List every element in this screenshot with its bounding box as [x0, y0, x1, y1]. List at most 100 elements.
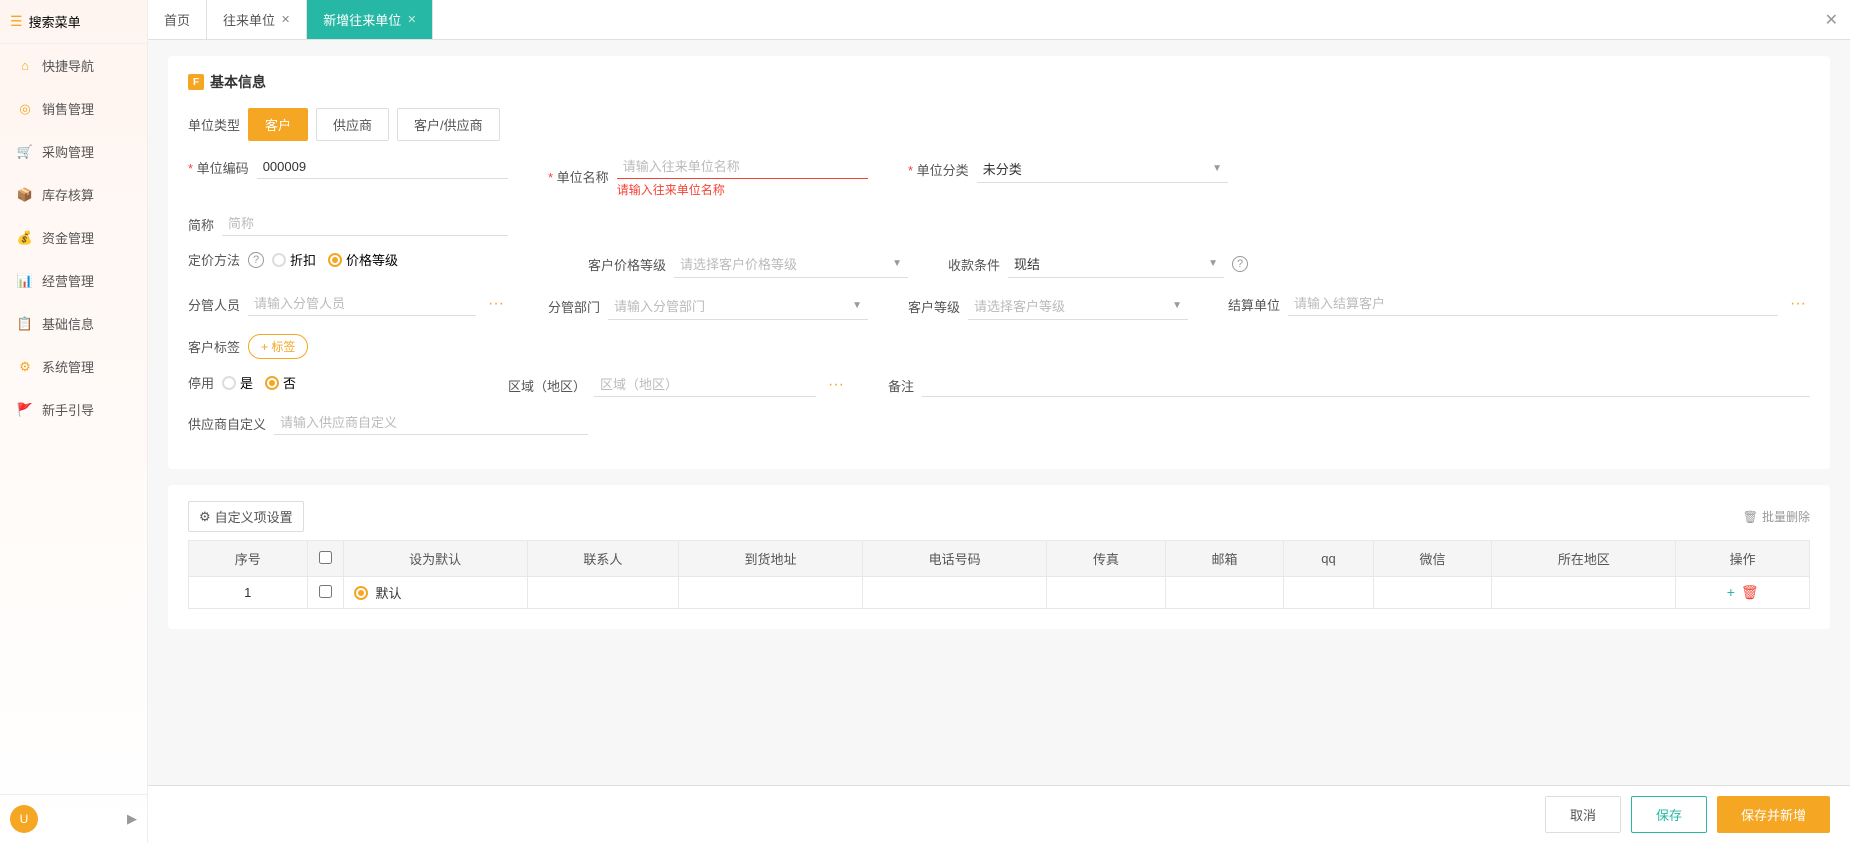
customer-level-placeholder: 请选择客户等级 — [974, 296, 1065, 315]
supplier-custom-label: 供应商自定义 — [188, 414, 266, 433]
supplier-btn[interactable]: 供应商 — [316, 108, 389, 141]
sidebar-item-basic[interactable]: 📋 基础信息 — [0, 302, 147, 345]
payment-terms-select[interactable]: 现结 ▼ — [1008, 250, 1224, 278]
row-delete-button[interactable]: 🗑 — [1741, 584, 1759, 601]
disabled-item: 停用 是 否 — [188, 373, 468, 392]
quick-nav-icon: ⌂ — [16, 57, 34, 75]
customer-price-select[interactable]: 请选择客户价格等级 ▼ — [674, 250, 908, 278]
sidebar-item-label: 快捷导航 — [42, 56, 94, 75]
remark-input[interactable] — [922, 373, 1810, 397]
settlement-label: 结算单位 — [1228, 295, 1280, 314]
disabled-label: 停用 — [188, 373, 214, 392]
short-name-input[interactable] — [222, 212, 508, 236]
save-new-button[interactable]: 保存并新增 — [1717, 796, 1830, 833]
section-title: F 基本信息 — [188, 72, 1810, 92]
customer-level-item: 客户等级 请选择客户等级 ▼ — [908, 292, 1188, 320]
chevron-down-icon: ▼ — [892, 258, 902, 269]
section-title-text: 基本信息 — [210, 72, 266, 92]
header-row: 序号 设为默认 联系人 到货地址 电话号码 传真 邮箱 qq 微信 所在地区 操… — [189, 541, 1810, 577]
department-select[interactable]: 请输入分管部门 ▼ — [608, 292, 868, 320]
region-input[interactable] — [594, 373, 816, 397]
unit-type-row: 单位类型 客户 供应商 客户/供应商 — [188, 108, 1810, 141]
row-check — [307, 577, 343, 609]
unit-category-select[interactable]: 未分类 ▼ — [977, 155, 1228, 183]
row-default-radio[interactable]: 默认 — [354, 583, 517, 602]
supplier-custom-input[interactable] — [274, 411, 588, 435]
custom-settings-label: 自定义项设置 — [215, 507, 293, 526]
sidebar-item-operations[interactable]: 📊 经营管理 — [0, 259, 147, 302]
pricing-help-icon[interactable]: ? — [248, 252, 264, 268]
chevron-down-icon: ▼ — [852, 300, 862, 311]
user-avatar: U — [10, 805, 38, 833]
tab-bar: 首页 往来单位 ✕ 新增往来单位 ✕ ✕ — [148, 0, 1850, 40]
search-menu[interactable]: ☰ 搜索菜单 — [0, 0, 147, 44]
th-seq: 序号 — [189, 541, 308, 577]
sidebar-item-guide[interactable]: 🚩 新手引导 — [0, 388, 147, 431]
tab-new-partner-close[interactable]: ✕ — [407, 13, 416, 26]
window-close-button[interactable]: ✕ — [1813, 0, 1850, 39]
select-all-checkbox[interactable] — [319, 551, 332, 564]
customer-level-select[interactable]: 请选择客户等级 ▼ — [968, 292, 1188, 320]
th-wechat: 微信 — [1373, 541, 1492, 577]
customer-price-placeholder: 请选择客户价格等级 — [680, 254, 797, 273]
sidebar-item-label: 采购管理 — [42, 142, 94, 161]
unit-code-item: 单位编码 — [188, 155, 508, 179]
table-actions: ⚙ 自定义项设置 🗑 批量删除 — [188, 501, 1810, 532]
row-qq — [1284, 577, 1373, 609]
disabled-yes-radio[interactable]: 是 — [222, 373, 253, 392]
sidebar-item-sales[interactable]: ◎ 销售管理 — [0, 87, 147, 130]
yes-label: 是 — [240, 373, 253, 392]
default-label: 默认 — [376, 583, 402, 602]
tag-item: 客户标签 + 标签 — [188, 334, 1810, 359]
customer-btn[interactable]: 客户 — [248, 108, 308, 141]
cancel-button[interactable]: 取消 — [1545, 796, 1621, 833]
add-tag-button[interactable]: + 标签 — [248, 334, 308, 359]
tab-new-partner[interactable]: 新增往来单位 ✕ — [307, 0, 433, 39]
tab-home-label: 首页 — [164, 10, 190, 29]
sidebar-item-inventory[interactable]: 📦 库存核算 — [0, 173, 147, 216]
tab-partners-close[interactable]: ✕ — [281, 13, 290, 26]
table-row: 1 默认 — [189, 577, 1810, 609]
disabled-no-radio[interactable]: 否 — [265, 373, 296, 392]
manager-more-icon[interactable]: ··· — [484, 295, 508, 313]
sidebar-footer: U ▶ — [0, 794, 147, 843]
th-region: 所在地区 — [1492, 541, 1676, 577]
payment-help-icon[interactable]: ? — [1232, 256, 1248, 272]
custom-settings-button[interactable]: ⚙ 自定义项设置 — [188, 501, 304, 532]
both-btn[interactable]: 客户/供应商 — [397, 108, 500, 141]
manager-input[interactable] — [248, 292, 476, 316]
sidebar-item-label: 资金管理 — [42, 228, 94, 247]
save-button[interactable]: 保存 — [1631, 796, 1707, 833]
pricing-level-radio[interactable]: 价格等级 — [328, 250, 398, 269]
pricing-discount-radio[interactable]: 折扣 — [272, 250, 316, 269]
table-header: 序号 设为默认 联系人 到货地址 电话号码 传真 邮箱 qq 微信 所在地区 操… — [189, 541, 1810, 577]
row-address — [678, 577, 862, 609]
sidebar-item-quick-nav[interactable]: ⌂ 快捷导航 — [0, 44, 147, 87]
manager-item: 分管人员 ··· — [188, 292, 508, 316]
sidebar-item-label: 基础信息 — [42, 314, 94, 333]
row-seq: 1 — [189, 577, 308, 609]
tab-home[interactable]: 首页 — [148, 0, 207, 39]
sidebar-item-finance[interactable]: 💰 资金管理 — [0, 216, 147, 259]
row-checkbox[interactable] — [319, 585, 332, 598]
unit-name-input[interactable] — [617, 155, 868, 179]
row-add-button[interactable]: + — [1727, 584, 1735, 601]
th-contact: 联系人 — [527, 541, 678, 577]
chevron-down-icon: ▼ — [1208, 258, 1218, 269]
system-icon: ⚙ — [16, 358, 34, 376]
settlement-input[interactable] — [1288, 292, 1778, 316]
settlement-more-icon[interactable]: ··· — [1786, 295, 1810, 313]
basic-info-section: F 基本信息 单位类型 客户 供应商 客户/供应商 单位编码 — [168, 56, 1830, 469]
section-title-icon: F — [188, 74, 204, 90]
main-area: 首页 往来单位 ✕ 新增往来单位 ✕ ✕ F 基本信息 单位类型 客户 — [148, 0, 1850, 843]
row-default: 默认 — [343, 577, 527, 609]
remark-label: 备注 — [888, 376, 914, 395]
region-more-icon[interactable]: ··· — [824, 376, 848, 394]
tab-partners[interactable]: 往来单位 ✕ — [207, 0, 307, 39]
batch-delete-button[interactable]: 🗑 批量删除 — [1743, 508, 1810, 525]
sidebar-item-system[interactable]: ⚙ 系统管理 — [0, 345, 147, 388]
short-name-item: 简称 — [188, 212, 508, 236]
add-tag-label: + 标签 — [261, 338, 295, 355]
sidebar-item-purchase[interactable]: 🛒 采购管理 — [0, 130, 147, 173]
unit-code-input[interactable] — [257, 155, 508, 179]
